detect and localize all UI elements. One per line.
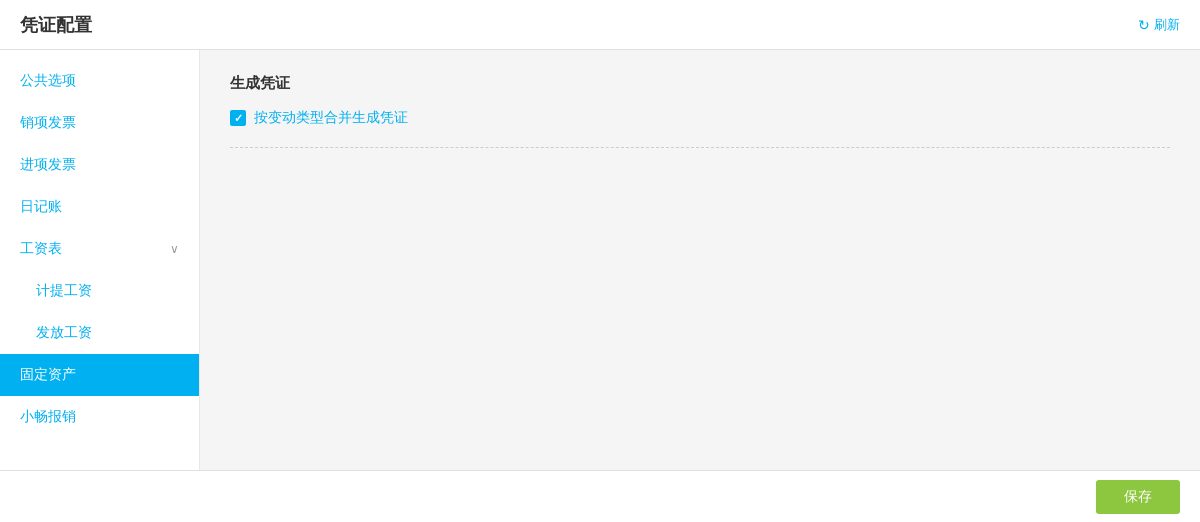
sidebar-item-label: 小畅报销 (20, 408, 76, 426)
header: 凭证配置 ↻ 刷新 (0, 0, 1200, 50)
page-title: 凭证配置 (20, 13, 92, 37)
sidebar: 公共选项销项发票进项发票日记账工资表 ∨ 计提工资发放工资固定资产小畅报销 (0, 50, 200, 470)
footer: 保存 (0, 470, 1200, 522)
sidebar-item-label: 工资表 (20, 240, 62, 258)
chevron-down-icon: ∨ (170, 242, 179, 256)
section-title: 生成凭证 (230, 74, 1170, 93)
sidebar-item-payroll-table[interactable]: 工资表 ∨ (0, 228, 199, 270)
body: 公共选项销项发票进项发票日记账工资表 ∨ 计提工资发放工资固定资产小畅报销 生成凭证… (0, 50, 1200, 470)
sidebar-item-journal[interactable]: 日记账 (0, 186, 199, 228)
sidebar-item-label: 销项发票 (20, 114, 76, 132)
sidebar-item-public-options[interactable]: 公共选项 (0, 60, 199, 102)
merge-voucher-label[interactable]: 按变动类型合并生成凭证 (254, 109, 408, 127)
sidebar-item-accrued-payroll[interactable]: 计提工资 (0, 270, 199, 312)
main-content: 生成凭证 按变动类型合并生成凭证 (200, 50, 1200, 470)
refresh-button[interactable]: ↻ 刷新 (1138, 16, 1180, 34)
sidebar-item-label: 进项发票 (20, 156, 76, 174)
sidebar-item-purchase-invoice[interactable]: 进项发票 (0, 144, 199, 186)
refresh-icon: ↻ (1138, 17, 1150, 33)
page-wrapper: 凭证配置 ↻ 刷新 公共选项销项发票进项发票日记账工资表 ∨ 计提工资发放工资固定资… (0, 0, 1200, 522)
sidebar-item-label: 公共选项 (20, 72, 76, 90)
refresh-label: 刷新 (1154, 16, 1180, 34)
sidebar-item-distribute-payroll[interactable]: 发放工资 (0, 312, 199, 354)
sidebar-item-label: 计提工资 (36, 282, 92, 300)
save-button[interactable]: 保存 (1096, 480, 1180, 514)
sidebar-item-label: 日记账 (20, 198, 62, 216)
divider (230, 147, 1170, 148)
sidebar-item-label: 固定资产 (20, 366, 76, 384)
sidebar-item-sales-invoice[interactable]: 销项发票 (0, 102, 199, 144)
sidebar-item-petty-expense[interactable]: 小畅报销 (0, 396, 199, 438)
merge-voucher-checkbox[interactable] (230, 110, 246, 126)
sidebar-item-label: 发放工资 (36, 324, 92, 342)
merge-voucher-row: 按变动类型合并生成凭证 (230, 109, 1170, 127)
sidebar-item-fixed-assets[interactable]: 固定资产 (0, 354, 199, 396)
